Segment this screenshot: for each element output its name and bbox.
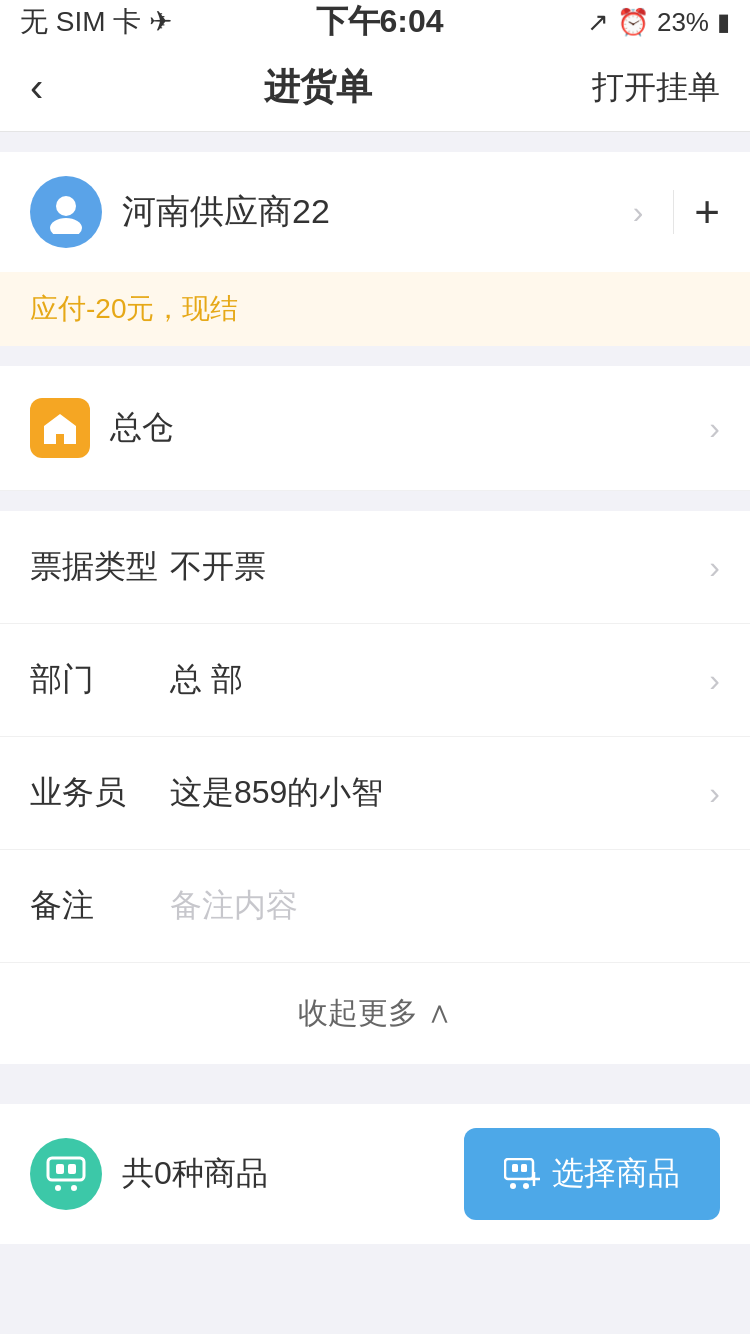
- select-goods-label: 选择商品: [552, 1152, 680, 1196]
- svg-rect-8: [505, 1159, 533, 1179]
- house-icon: [42, 410, 78, 446]
- product-count: 共0种商品: [122, 1152, 464, 1196]
- salesperson-row[interactable]: 业务员 这是859的小智 ›: [0, 737, 750, 850]
- svg-point-1: [50, 218, 82, 234]
- salesperson-chevron-icon: ›: [709, 775, 720, 812]
- note-label: 备注: [30, 884, 170, 928]
- select-goods-icon: [504, 1158, 540, 1190]
- add-supplier-button[interactable]: +: [673, 190, 720, 234]
- alarm-icon: ⏰: [617, 7, 649, 38]
- row-gap-1: [0, 346, 750, 366]
- status-right: ↗ ⏰ 23% ▮: [587, 7, 730, 38]
- svg-point-6: [55, 1185, 61, 1191]
- svg-rect-5: [68, 1164, 76, 1174]
- svg-point-0: [56, 196, 76, 216]
- row-gap-3: [0, 1064, 750, 1084]
- warehouse-name: 总仓: [110, 406, 709, 450]
- collapse-label: 收起更多 ∧: [298, 993, 451, 1034]
- select-goods-button[interactable]: 选择商品: [464, 1128, 720, 1220]
- notice-row: 应付-20元，现结: [0, 272, 750, 346]
- warehouse-section: 总仓 ›: [0, 366, 750, 491]
- person-icon: [44, 190, 88, 234]
- supplier-chevron-icon: ›: [633, 194, 644, 231]
- salesperson-label: 业务员: [30, 771, 170, 815]
- invoice-type-row[interactable]: 票据类型 不开票 ›: [0, 511, 750, 624]
- battery-icon: ▮: [717, 8, 730, 36]
- supplier-row[interactable]: 河南供应商22 › +: [0, 152, 750, 272]
- section-gap-1: [0, 132, 750, 152]
- status-left: 无 SIM 卡 ✈: [20, 3, 172, 41]
- supplier-section: 河南供应商22 › + 应付-20元，现结: [0, 152, 750, 346]
- location-icon: ↗: [587, 7, 609, 38]
- battery-text: 23%: [657, 7, 709, 38]
- svg-point-12: [523, 1183, 529, 1189]
- svg-rect-4: [56, 1164, 64, 1174]
- svg-point-11: [510, 1183, 516, 1189]
- status-carrier: 无 SIM 卡 ✈: [20, 3, 172, 41]
- department-value: 总 部: [170, 658, 709, 702]
- cart-icon: [30, 1138, 102, 1210]
- svg-rect-10: [521, 1164, 527, 1172]
- back-button[interactable]: ‹: [30, 65, 43, 110]
- page-background: [0, 1244, 750, 1334]
- shopping-cart-icon: [46, 1156, 86, 1192]
- department-row[interactable]: 部门 总 部 ›: [0, 624, 750, 737]
- open-pending-button[interactable]: 打开挂单: [592, 66, 720, 110]
- status-bar: 无 SIM 卡 ✈ 下午6:04 ↗ ⏰ 23% ▮: [0, 0, 750, 44]
- note-value[interactable]: 备注内容: [170, 884, 720, 928]
- svg-rect-9: [512, 1164, 518, 1172]
- nav-bar: ‹ 进货单 打开挂单: [0, 44, 750, 132]
- invoice-type-label: 票据类型: [30, 545, 170, 589]
- svg-marker-2: [44, 414, 76, 444]
- page-title: 进货单: [264, 63, 372, 112]
- invoice-type-chevron-icon: ›: [709, 549, 720, 586]
- svg-point-7: [71, 1185, 77, 1191]
- salesperson-value: 这是859的小智: [170, 771, 709, 815]
- supplier-name: 河南供应商22: [122, 189, 633, 235]
- svg-rect-3: [48, 1158, 84, 1180]
- form-section: 票据类型 不开票 › 部门 总 部 › 业务员 这是859的小智 › 备注 备注…: [0, 511, 750, 1064]
- warehouse-chevron-icon: ›: [709, 410, 720, 447]
- invoice-type-value: 不开票: [170, 545, 709, 589]
- status-time: 下午6:04: [316, 0, 444, 44]
- row-gap-2: [0, 491, 750, 511]
- note-row[interactable]: 备注 备注内容: [0, 850, 750, 962]
- department-chevron-icon: ›: [709, 662, 720, 699]
- collapse-row[interactable]: 收起更多 ∧: [0, 962, 750, 1064]
- avatar: [30, 176, 102, 248]
- warehouse-row[interactable]: 总仓 ›: [0, 366, 750, 491]
- bottom-bar: 共0种商品 选择商品: [0, 1104, 750, 1244]
- department-label: 部门: [30, 658, 170, 702]
- warehouse-icon: [30, 398, 90, 458]
